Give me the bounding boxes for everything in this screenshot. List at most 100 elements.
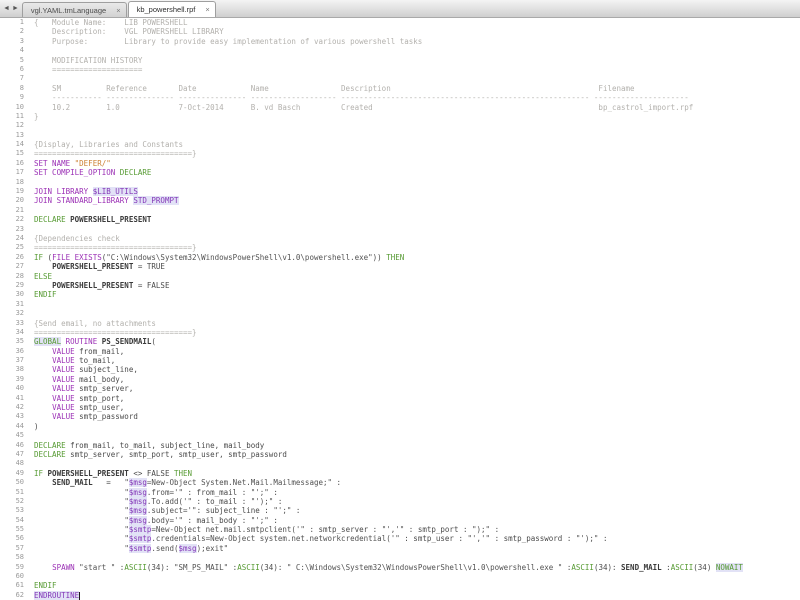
code-line[interactable]: 59 SPAWN "start " :ASCII(34): "SM_PS_MAI… bbox=[0, 562, 800, 572]
code-line[interactable]: 21 bbox=[0, 206, 800, 215]
code-line[interactable]: 31 bbox=[0, 300, 800, 309]
code-line[interactable]: 22 DECLARE POWERSHELL_PRESENT bbox=[0, 215, 800, 224]
code-line[interactable]: 24 {Dependencies check bbox=[0, 234, 800, 243]
code-line[interactable]: 43 VALUE smtp_password bbox=[0, 412, 800, 421]
code-text: VALUE smtp_port, bbox=[52, 393, 125, 403]
code-area[interactable]: 1{ Module Name: LIB POWERSHELL 2 Descript… bbox=[0, 18, 800, 600]
line-number: 30 bbox=[15, 290, 24, 299]
code-line[interactable]: 5 MODIFICATION HISTORY bbox=[0, 56, 800, 65]
code-line[interactable]: 9 ----------- --------------- ----------… bbox=[0, 93, 800, 102]
code-line[interactable]: 44) bbox=[0, 422, 800, 431]
code-line[interactable]: 10 10.2 1.0 7-Oct-2014 B. vd Basch Creat… bbox=[0, 103, 800, 112]
line-number: 4 bbox=[19, 46, 24, 55]
code-line[interactable]: 39 VALUE mail_body, bbox=[0, 375, 800, 384]
line-number: 47 bbox=[15, 449, 24, 458]
line-number: 26 bbox=[15, 252, 24, 261]
code-text: MODIFICATION HISTORY bbox=[34, 55, 143, 65]
code-line[interactable]: 17 SET COMPILE_OPTION DECLARE bbox=[0, 168, 800, 177]
line-number: 49 bbox=[15, 468, 24, 477]
code-line[interactable]: 28 ELSE bbox=[0, 272, 800, 281]
code-line[interactable]: 35 GLOBAL ROUTINE PS_SENDMAIL( bbox=[0, 337, 800, 347]
code-text: {Display, Libraries and Constants bbox=[34, 140, 184, 150]
code-line[interactable]: 56 "$smtp.credentials=New-Object system.… bbox=[0, 534, 800, 544]
code-line[interactable]: 52 "$msg.To.add('" : to_mail : "');" : bbox=[0, 496, 800, 506]
code-text: ----------- --------------- ------------… bbox=[34, 93, 689, 103]
code-text: ENDROUTINE bbox=[34, 590, 81, 600]
code-line[interactable]: 41 VALUE smtp_port, bbox=[0, 394, 800, 403]
code-line[interactable]: 40 VALUE smtp_server, bbox=[0, 384, 800, 393]
code-line[interactable]: 2 Description: VGL POWERSHELL LIBRARY bbox=[0, 27, 800, 36]
code-line[interactable]: 11} bbox=[0, 112, 800, 121]
code-line[interactable]: 3 Purpose: Library to provide easy imple… bbox=[0, 37, 800, 46]
code-line[interactable]: 18 bbox=[0, 178, 800, 187]
line-number: 35 bbox=[15, 337, 24, 346]
code-line[interactable]: 16 SET NAME "DEFER/" bbox=[0, 159, 800, 168]
code-line[interactable]: 20 JOIN STANDARD_LIBRARY STD_PROMPT bbox=[0, 196, 800, 206]
code-line[interactable]: 53 "$msg.subject='": subject_line : "';"… bbox=[0, 506, 800, 516]
code-line[interactable]: 36 VALUE from_mail, bbox=[0, 347, 800, 356]
close-icon[interactable]: × bbox=[205, 6, 209, 14]
code-line[interactable]: 29 POWERSHELL_PRESENT = FALSE bbox=[0, 281, 800, 290]
code-line[interactable]: 1 { Module Name: LIB POWERSHELL bbox=[0, 18, 800, 27]
code-line[interactable]: 7 bbox=[0, 74, 800, 83]
code-line[interactable]: 25 ===================================} bbox=[0, 243, 800, 252]
code-line[interactable]: 61 ENDIF bbox=[0, 581, 800, 590]
code-line[interactable]: 6 ==================== bbox=[0, 65, 800, 74]
code-line[interactable]: 50 SEND_MAIL = "$msg=New-Object System.N… bbox=[0, 478, 800, 488]
code-line[interactable]: 27 POWERSHELL_PRESENT = TRUE bbox=[0, 262, 800, 271]
code-line[interactable]: 34 ===================================} bbox=[0, 328, 800, 337]
code-text: SM Reference Date Name Description Filen… bbox=[34, 83, 635, 93]
line-number: 14 bbox=[15, 140, 24, 149]
code-text: GLOBAL ROUTINE PS_SENDMAIL( bbox=[34, 337, 156, 347]
line-number: 29 bbox=[15, 280, 24, 289]
code-line[interactable]: 30 ENDIF bbox=[0, 290, 800, 299]
code-line[interactable]: 62 ENDROUTINE bbox=[0, 590, 800, 600]
line-number: 43 bbox=[15, 412, 24, 421]
code-line[interactable]: 48 bbox=[0, 459, 800, 468]
tab-scroll-left-button[interactable]: ◄ bbox=[3, 4, 10, 14]
code-line[interactable]: 37 VALUE to_mail, bbox=[0, 356, 800, 365]
line-number: 52 bbox=[15, 496, 24, 505]
code-line[interactable]: 4 bbox=[0, 46, 800, 55]
code-line[interactable]: 51 "$msg.from='" : from_mail : "';" : bbox=[0, 487, 800, 497]
line-number: 55 bbox=[15, 525, 24, 534]
code-line[interactable]: 13 bbox=[0, 131, 800, 140]
code-line[interactable]: 12 bbox=[0, 121, 800, 130]
code-text: { Module Name: LIB POWERSHELL bbox=[34, 18, 188, 27]
line-number: 60 bbox=[15, 572, 24, 581]
tab-scroll-buttons: ◄ ► bbox=[0, 4, 22, 17]
code-line[interactable]: 60 bbox=[0, 572, 800, 581]
line-number: 37 bbox=[15, 356, 24, 365]
code-line[interactable]: 33 {Send email, no attachments bbox=[0, 319, 800, 328]
code-line[interactable]: 32 bbox=[0, 309, 800, 318]
close-icon[interactable]: × bbox=[116, 6, 120, 14]
line-number: 13 bbox=[15, 130, 24, 139]
tab-vgl-yaml-tmlanguage[interactable]: vgl.YAML.tmLanguage × bbox=[21, 2, 127, 17]
code-line[interactable]: 14 {Display, Libraries and Constants bbox=[0, 140, 800, 149]
code-line[interactable]: 19 JOIN LIBRARY $LIB_UTILS bbox=[0, 187, 800, 197]
code-line[interactable]: 26 IF (FILE EXISTS("C:\Windows\System32\W… bbox=[0, 253, 800, 262]
code-text: "$msg.To.add('" : to_mail : "');" : bbox=[124, 496, 283, 506]
code-line[interactable]: 42 VALUE smtp_user, bbox=[0, 403, 800, 412]
code-line[interactable]: 23 bbox=[0, 225, 800, 234]
line-number: 17 bbox=[15, 168, 24, 177]
code-text: VALUE to_mail, bbox=[52, 356, 116, 366]
tab-kb-powershell-rpf[interactable]: kb_powershell.rpf × bbox=[127, 1, 216, 17]
line-number: 41 bbox=[15, 393, 24, 402]
code-line[interactable]: 38 VALUE subject_line, bbox=[0, 365, 800, 374]
code-text: 10.2 1.0 7-Oct-2014 B. vd Basch Created … bbox=[34, 102, 694, 112]
code-line[interactable]: 58 bbox=[0, 553, 800, 562]
code-line[interactable]: 47 DECLARE smtp_server, smtp_port, smtp_u… bbox=[0, 450, 800, 459]
code-line[interactable]: 46 DECLARE from_mail, to_mail, subject_li… bbox=[0, 441, 800, 450]
code-line[interactable]: 8 SM Reference Date Name Description Fil… bbox=[0, 84, 800, 93]
line-number: 20 bbox=[15, 196, 24, 205]
code-line[interactable]: 15 ===================================} bbox=[0, 149, 800, 158]
code-line[interactable]: 45 bbox=[0, 431, 800, 440]
tab-scroll-right-button[interactable]: ► bbox=[12, 4, 19, 14]
code-text: SEND_MAIL = "$msg=New-Object System.Net.… bbox=[52, 478, 342, 488]
code-line[interactable]: 54 "$msg.body='" : mail_body : "';" : bbox=[0, 515, 800, 525]
code-line[interactable]: 55 "$smtp=New-Object net.mail.smtpclient… bbox=[0, 525, 800, 535]
code-line[interactable]: 49 IF POWERSHELL_PRESENT <> FALSE THEN bbox=[0, 469, 800, 478]
code-text: ===================================} bbox=[34, 327, 197, 337]
code-line[interactable]: 57 "$smtp.send($msg);exit" bbox=[0, 543, 800, 553]
